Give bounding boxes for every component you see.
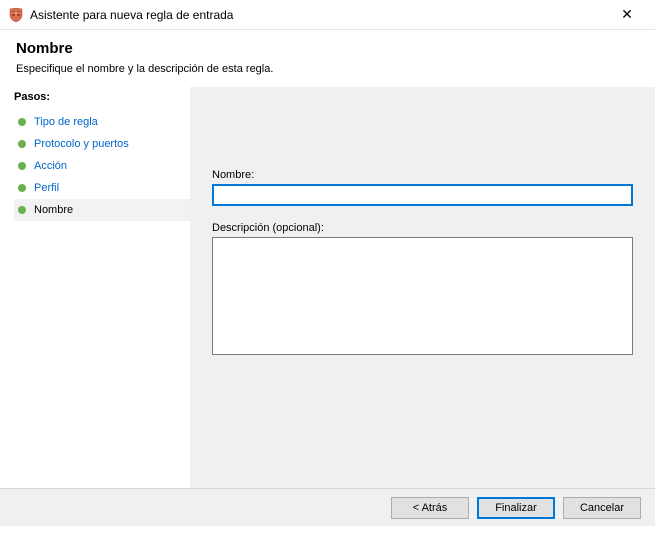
step-bullet-icon bbox=[18, 140, 26, 148]
name-label: Nombre: bbox=[212, 169, 633, 181]
page-subtitle: Especifique el nombre y la descripción d… bbox=[16, 63, 639, 75]
close-icon: ✕ bbox=[621, 6, 633, 23]
wizard-content: Nombre: Descripción (opcional): bbox=[190, 87, 655, 488]
description-textarea[interactable] bbox=[212, 237, 633, 355]
step-label: Protocolo y puertos bbox=[34, 138, 129, 150]
steps-sidebar: Pasos: Tipo de regla Protocolo y puertos… bbox=[0, 87, 190, 488]
steps-header: Pasos: bbox=[14, 91, 190, 103]
wizard-header: Nombre Especifique el nombre y la descri… bbox=[0, 30, 655, 87]
name-input[interactable] bbox=[212, 184, 633, 206]
step-bullet-icon bbox=[18, 184, 26, 192]
finish-button[interactable]: Finalizar bbox=[477, 497, 555, 519]
back-button[interactable]: < Atrás bbox=[391, 497, 469, 519]
step-tipo-de-regla[interactable]: Tipo de regla bbox=[14, 111, 190, 133]
step-accion[interactable]: Acción bbox=[14, 155, 190, 177]
step-label: Tipo de regla bbox=[34, 116, 98, 128]
wizard-footer: < Atrás Finalizar Cancelar bbox=[0, 488, 655, 526]
step-perfil[interactable]: Perfil bbox=[14, 177, 190, 199]
close-button[interactable]: ✕ bbox=[607, 1, 647, 29]
description-field-group: Descripción (opcional): bbox=[212, 222, 633, 360]
cancel-button[interactable]: Cancelar bbox=[563, 497, 641, 519]
wizard-body: Pasos: Tipo de regla Protocolo y puertos… bbox=[0, 87, 655, 488]
step-protocolo-y-puertos[interactable]: Protocolo y puertos bbox=[14, 133, 190, 155]
firewall-icon bbox=[8, 7, 24, 23]
step-bullet-icon bbox=[18, 162, 26, 170]
step-nombre[interactable]: Nombre bbox=[14, 199, 190, 221]
step-label: Nombre bbox=[34, 204, 73, 216]
name-field-group: Nombre: bbox=[212, 169, 633, 206]
window-title: Asistente para nueva regla de entrada bbox=[30, 8, 607, 22]
page-title: Nombre bbox=[16, 40, 639, 57]
step-label: Acción bbox=[34, 160, 67, 172]
step-label: Perfil bbox=[34, 182, 59, 194]
step-bullet-icon bbox=[18, 206, 26, 214]
step-bullet-icon bbox=[18, 118, 26, 126]
titlebar: Asistente para nueva regla de entrada ✕ bbox=[0, 0, 655, 30]
description-label: Descripción (opcional): bbox=[212, 222, 633, 234]
